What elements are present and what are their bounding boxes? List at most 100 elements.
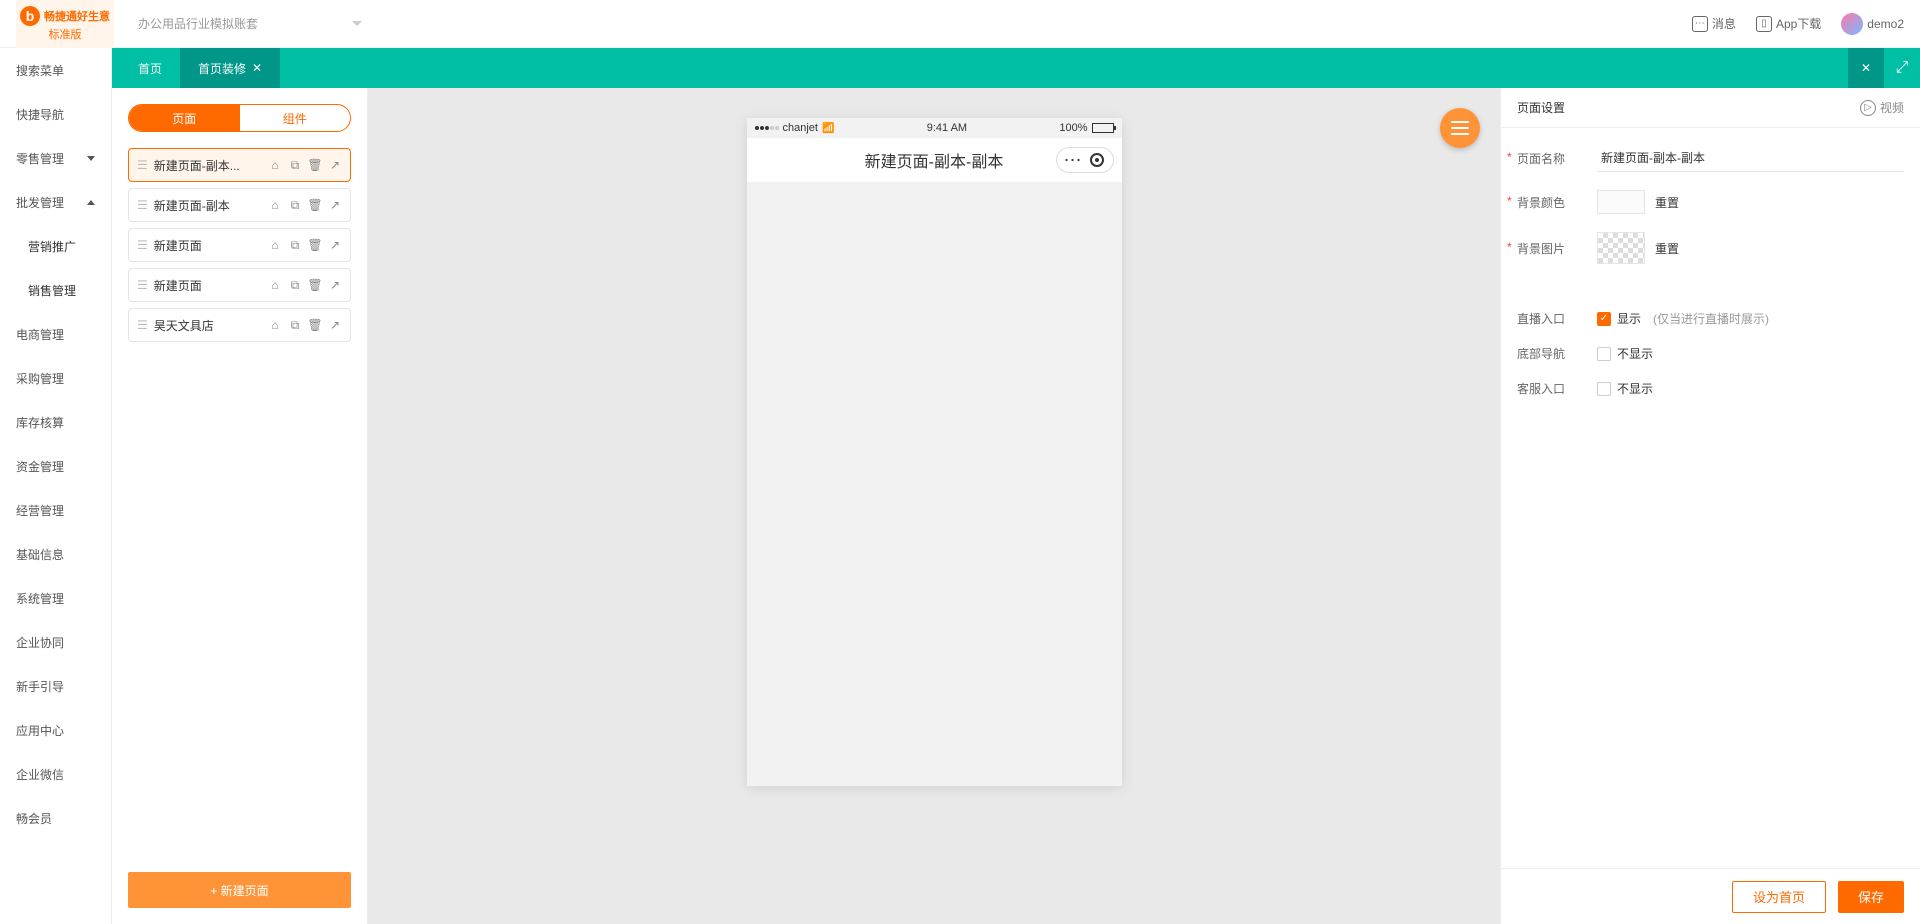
- top-bar: b畅捷通好生意 标准版 办公用品行业模拟账套 ⋯ 消息 ▯ App下载 demo…: [0, 0, 1920, 48]
- save-button[interactable]: 保存: [1838, 881, 1904, 913]
- settings-panel: 页面设置 视频 页面名称 背景颜色 重置 背景图片: [1500, 88, 1920, 924]
- phone-preview: chanjet 9:41 AM 100% 新建页面-副本-副本: [747, 118, 1122, 786]
- bgimg-reset[interactable]: 重置: [1655, 240, 1679, 257]
- page-row[interactable]: ☰ 新建页面-副本 ⌂⧉🗑↗: [128, 188, 351, 222]
- set-home-button[interactable]: 设为首页: [1732, 881, 1826, 913]
- chevron-down-icon: [87, 156, 95, 161]
- drag-icon[interactable]: ☰: [137, 238, 148, 252]
- avatar: [1841, 13, 1863, 35]
- message-icon: ⋯: [1692, 16, 1708, 32]
- video-help-button[interactable]: 视频: [1860, 99, 1904, 116]
- panel-title: 页面设置: [1517, 99, 1565, 116]
- tab-fullscreen[interactable]: [1884, 48, 1920, 88]
- copy-icon[interactable]: ⧉: [288, 278, 302, 292]
- app-download-button[interactable]: ▯ App下载: [1756, 15, 1821, 32]
- delete-icon[interactable]: 🗑: [308, 198, 322, 212]
- sidebar-wholesale[interactable]: 批发管理: [0, 180, 111, 224]
- sidebar-purchase[interactable]: 采购管理: [0, 356, 111, 400]
- copy-icon[interactable]: ⧉: [288, 238, 302, 252]
- canvas: chanjet 9:41 AM 100% 新建页面-副本-副本: [368, 88, 1500, 924]
- drag-icon[interactable]: ☰: [137, 158, 148, 172]
- home-icon[interactable]: ⌂: [268, 198, 282, 212]
- sidebar-retail[interactable]: 零售管理: [0, 136, 111, 180]
- label-bgcolor: 背景颜色: [1517, 194, 1597, 211]
- bottom-nav-checkbox[interactable]: [1597, 347, 1611, 361]
- close-icon[interactable]: ✕: [252, 61, 262, 75]
- delete-icon[interactable]: 🗑: [308, 158, 322, 172]
- service-checkbox[interactable]: [1597, 382, 1611, 396]
- delete-icon[interactable]: 🗑: [308, 318, 322, 332]
- sidebar-sales[interactable]: 销售管理: [0, 268, 111, 312]
- bgcolor-reset[interactable]: 重置: [1655, 194, 1679, 211]
- sidebar: 搜索菜单 快捷导航 零售管理 批发管理 营销推广 销售管理 电商管理 采购管理 …: [0, 48, 112, 924]
- wifi-icon: [822, 122, 834, 134]
- sidebar-nav[interactable]: 快捷导航: [0, 92, 111, 136]
- sidebar-basic[interactable]: 基础信息: [0, 532, 111, 576]
- drag-icon[interactable]: ☰: [137, 198, 148, 212]
- share-icon[interactable]: ↗: [328, 318, 342, 332]
- segment-page[interactable]: 页面: [129, 105, 240, 131]
- tab-close-all[interactable]: ✕: [1848, 48, 1884, 88]
- segment-component[interactable]: 组件: [240, 105, 351, 131]
- component-drawer-button[interactable]: [1440, 108, 1480, 148]
- live-show-checkbox[interactable]: ✓: [1597, 312, 1611, 326]
- new-page-button[interactable]: + 新建页面: [128, 872, 351, 908]
- sidebar-inventory[interactable]: 库存核算: [0, 400, 111, 444]
- phone-body[interactable]: [747, 182, 1122, 786]
- page-row[interactable]: ☰ 新建页面 ⌂⧉🗑↗: [128, 228, 351, 262]
- brand-logo: b畅捷通好生意 标准版: [16, 0, 114, 48]
- copy-icon[interactable]: ⧉: [288, 158, 302, 172]
- label-live: 直播入口: [1517, 310, 1597, 327]
- home-icon[interactable]: ⌂: [268, 158, 282, 172]
- page-row[interactable]: ☰ 昊天文具店 ⌂⧉🗑↗: [128, 308, 351, 342]
- sidebar-guide[interactable]: 新手引导: [0, 664, 111, 708]
- bgimg-swatch[interactable]: [1597, 232, 1645, 264]
- page-list: ☰ 新建页面-副本... ⌂ ⧉ 🗑 ↗ ☰ 新建页面-副本 ⌂⧉🗑↗: [128, 148, 351, 864]
- sidebar-marketing[interactable]: 营销推广: [0, 224, 111, 268]
- page-row[interactable]: ☰ 新建页面 ⌂⧉🗑↗: [128, 268, 351, 302]
- account-select[interactable]: 办公用品行业模拟账套: [130, 15, 370, 32]
- logo-icon: b: [20, 6, 40, 26]
- page-name-input[interactable]: [1597, 144, 1904, 172]
- sidebar-collab[interactable]: 企业协同: [0, 620, 111, 664]
- sidebar-wecom[interactable]: 企业微信: [0, 752, 111, 796]
- sidebar-member[interactable]: 畅会员: [0, 796, 111, 840]
- home-icon[interactable]: ⌂: [268, 318, 282, 332]
- label-page-name: 页面名称: [1517, 150, 1597, 167]
- bgcolor-swatch[interactable]: [1597, 190, 1645, 214]
- sidebar-operation[interactable]: 经营管理: [0, 488, 111, 532]
- share-icon[interactable]: ↗: [328, 238, 342, 252]
- sidebar-funds[interactable]: 资金管理: [0, 444, 111, 488]
- copy-icon[interactable]: ⧉: [288, 318, 302, 332]
- share-icon[interactable]: ↗: [328, 198, 342, 212]
- menu-icon: [1451, 127, 1469, 129]
- home-icon[interactable]: ⌂: [268, 238, 282, 252]
- tab-decor[interactable]: 首页装修✕: [180, 48, 280, 88]
- share-icon[interactable]: ↗: [328, 278, 342, 292]
- sidebar-search[interactable]: 搜索菜单: [0, 48, 111, 92]
- more-icon[interactable]: [1063, 150, 1083, 170]
- chevron-down-icon: [352, 21, 362, 26]
- drag-icon[interactable]: ☰: [137, 318, 148, 332]
- close-miniapp-icon[interactable]: [1087, 150, 1107, 170]
- share-icon[interactable]: ↗: [328, 158, 342, 172]
- phone-title-bar: 新建页面-副本-副本: [747, 138, 1122, 182]
- home-icon[interactable]: ⌂: [268, 278, 282, 292]
- tab-home[interactable]: 首页: [120, 48, 180, 88]
- messages-button[interactable]: ⋯ 消息: [1692, 15, 1736, 32]
- sidebar-appcenter[interactable]: 应用中心: [0, 708, 111, 752]
- label-bottom-nav: 底部导航: [1517, 345, 1597, 362]
- page-row[interactable]: ☰ 新建页面-副本... ⌂ ⧉ 🗑 ↗: [128, 148, 351, 182]
- drag-icon[interactable]: ☰: [137, 278, 148, 292]
- sidebar-system[interactable]: 系统管理: [0, 576, 111, 620]
- sidebar-ecom[interactable]: 电商管理: [0, 312, 111, 356]
- expand-icon: [1896, 59, 1909, 77]
- signal-icon: [755, 126, 779, 130]
- delete-icon[interactable]: 🗑: [308, 238, 322, 252]
- chevron-up-icon: [87, 200, 95, 205]
- segment-control: 页面 组件: [128, 104, 351, 132]
- user-menu[interactable]: demo2: [1841, 13, 1904, 35]
- delete-icon[interactable]: 🗑: [308, 278, 322, 292]
- label-bgimg: 背景图片: [1517, 240, 1597, 257]
- copy-icon[interactable]: ⧉: [288, 198, 302, 212]
